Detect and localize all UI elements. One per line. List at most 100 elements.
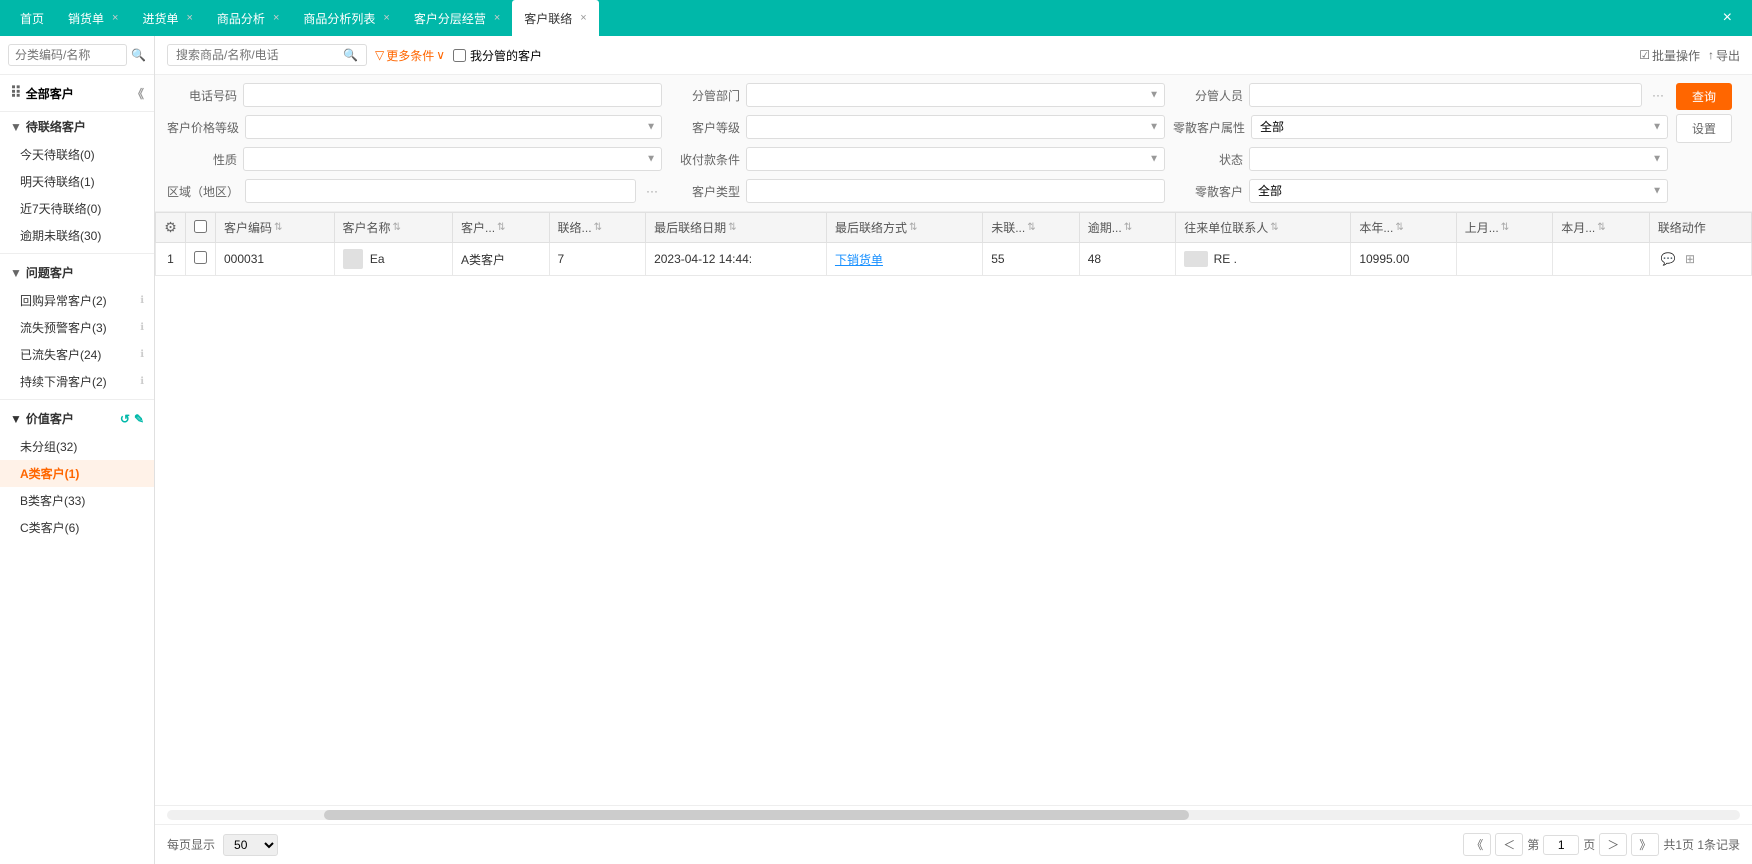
row-overdue: 48 bbox=[1079, 243, 1176, 276]
sidebar-item-declining[interactable]: 持续下滑客户(2) ℹ bbox=[0, 368, 154, 395]
filter-search-input[interactable] bbox=[176, 48, 339, 62]
region-dots-icon[interactable]: ··· bbox=[642, 184, 662, 198]
customer-grade-label: 客户等级 bbox=[670, 119, 740, 136]
code-sort-icon[interactable]: ⇅ bbox=[274, 222, 282, 233]
sidebar-item-7days[interactable]: 近7天待联络(0) bbox=[0, 195, 154, 222]
batch-icon: ☑ bbox=[1639, 48, 1650, 62]
info-icon-repurchase[interactable]: ℹ bbox=[140, 295, 144, 306]
th-customer-type-label: 客户... bbox=[461, 219, 495, 236]
sidebar-all-customers[interactable]: ⠿ 全部客户 《 bbox=[0, 75, 154, 112]
sidebar-item-repurchase[interactable]: 回购异常客户(2) ℹ bbox=[0, 287, 154, 314]
th-code-label: 客户编码 bbox=[224, 219, 272, 236]
filter-search-icon[interactable]: 🔍 bbox=[343, 48, 358, 62]
th-last-contact-date-label: 最后联络日期 bbox=[654, 219, 726, 236]
this-year-sort-icon[interactable]: ⇅ bbox=[1395, 222, 1403, 233]
sidebar-section-problem[interactable]: ▼ 问题客户 bbox=[0, 258, 154, 287]
batch-op-btn[interactable]: ☑ 批量操作 bbox=[1639, 47, 1700, 64]
my-customers-checkbox[interactable] bbox=[453, 49, 466, 62]
last-month-sort-icon[interactable]: ⇅ bbox=[1501, 222, 1509, 233]
this-month-sort-icon[interactable]: ⇅ bbox=[1597, 222, 1605, 233]
filter-bar: 🔍 ▽ 更多条件 ∨ 我分管的客户 ☑ 批量操作 ↑ 导出 bbox=[155, 36, 1752, 75]
value-arrow-icon: ▼ bbox=[10, 412, 22, 426]
last-contact-way-link[interactable]: 下销货单 bbox=[835, 253, 883, 267]
info-icon-churn-warning[interactable]: ℹ bbox=[140, 322, 144, 333]
settings-button[interactable]: 设置 bbox=[1676, 114, 1732, 143]
chat-icon[interactable]: 💬 bbox=[1661, 252, 1676, 266]
sidebar-search-icon[interactable]: 🔍 bbox=[131, 48, 146, 62]
nav-purchase-close[interactable]: × bbox=[186, 12, 192, 24]
status-select[interactable] bbox=[1249, 147, 1668, 171]
nav-customer-tier-close[interactable]: × bbox=[494, 12, 500, 24]
sidebar-item-churn-warning[interactable]: 流失预警客户(3) ℹ bbox=[0, 314, 154, 341]
sidebar-item-today[interactable]: 今天待联络(0) bbox=[0, 141, 154, 168]
per-page-select[interactable]: 50 10 20 100 bbox=[223, 834, 278, 856]
th-contacts-label: 往来单位联系人 bbox=[1184, 219, 1268, 236]
sidebar-search-input[interactable] bbox=[8, 44, 127, 66]
customer-type-input[interactable] bbox=[746, 179, 1165, 203]
customer-type-sort-icon[interactable]: ⇅ bbox=[497, 222, 505, 233]
nav-customer-contact-close[interactable]: × bbox=[580, 12, 586, 24]
th-name-label: 客户名称 bbox=[343, 219, 391, 236]
my-customers-filter: 我分管的客户 bbox=[453, 47, 542, 64]
scrollbar-thumb[interactable] bbox=[324, 810, 1189, 820]
value-refresh-icon[interactable]: ↺ bbox=[120, 412, 130, 426]
nav-customer-tier[interactable]: 客户分层经营 × bbox=[402, 0, 512, 36]
last-date-sort-icon[interactable]: ⇅ bbox=[728, 222, 736, 233]
nav-product-analysis-close[interactable]: × bbox=[273, 12, 279, 24]
sidebar-item-tomorrow[interactable]: 明天待联络(1) bbox=[0, 168, 154, 195]
nav-sales[interactable]: 销货单 × bbox=[56, 0, 130, 36]
retail-customer-select[interactable]: 全部 bbox=[1249, 179, 1668, 203]
filter-department: 分管部门 ▼ bbox=[670, 83, 1165, 107]
department-select[interactable] bbox=[746, 83, 1165, 107]
first-page-btn[interactable]: 《 bbox=[1463, 833, 1491, 856]
qr-icon[interactable]: ⊞ bbox=[1685, 252, 1695, 266]
phone-input[interactable] bbox=[243, 83, 662, 107]
manager-dots-icon[interactable]: ··· bbox=[1648, 88, 1668, 102]
info-icon-churned[interactable]: ℹ bbox=[140, 349, 144, 360]
nav-sales-close[interactable]: × bbox=[112, 12, 118, 24]
sidebar-item-churned[interactable]: 已流失客户(24) ℹ bbox=[0, 341, 154, 368]
sidebar-item-a-class[interactable]: A类客户(1) bbox=[0, 460, 154, 487]
contact-count-sort-icon[interactable]: ⇅ bbox=[594, 222, 602, 233]
filter-nature: 性质 ▼ bbox=[167, 147, 662, 171]
prev-page-btn[interactable]: ＜ bbox=[1495, 833, 1523, 856]
export-btn[interactable]: ↑ 导出 bbox=[1708, 47, 1740, 64]
page-number-input[interactable] bbox=[1543, 835, 1579, 855]
query-button[interactable]: 查询 bbox=[1676, 83, 1732, 110]
region-input[interactable] bbox=[245, 179, 636, 203]
nav-home[interactable]: 首页 bbox=[8, 0, 56, 36]
nav-product-analysis[interactable]: 商品分析 × bbox=[205, 0, 291, 36]
filter-more-btn[interactable]: ▽ 更多条件 ∨ bbox=[375, 47, 445, 64]
nature-select[interactable] bbox=[243, 147, 662, 171]
sidebar-item-b-class[interactable]: B类客户(33) bbox=[0, 487, 154, 514]
row-checkbox[interactable] bbox=[194, 251, 207, 264]
filter-customer-type: 客户类型 bbox=[670, 179, 1165, 203]
contacts-sort-icon[interactable]: ⇅ bbox=[1270, 222, 1278, 233]
uncontacted-sort-icon[interactable]: ⇅ bbox=[1027, 222, 1035, 233]
price-grade-select[interactable] bbox=[245, 115, 662, 139]
last-page-btn[interactable]: 》 bbox=[1631, 833, 1659, 856]
select-all-checkbox[interactable] bbox=[194, 220, 207, 233]
sidebar-section-pending[interactable]: ▼ 待联络客户 bbox=[0, 112, 154, 141]
nav-product-list-close[interactable]: × bbox=[383, 12, 389, 24]
next-page-btn[interactable]: ＞ bbox=[1599, 833, 1627, 856]
info-icon-declining[interactable]: ℹ bbox=[140, 376, 144, 387]
sidebar-item-ungrouped[interactable]: 未分组(32) bbox=[0, 433, 154, 460]
gear-icon[interactable]: ⚙ bbox=[164, 219, 177, 235]
name-sort-icon[interactable]: ⇅ bbox=[393, 222, 401, 233]
last-way-sort-icon[interactable]: ⇅ bbox=[909, 222, 917, 233]
sidebar-collapse-icon[interactable]: 《 bbox=[132, 85, 144, 102]
sidebar-item-c-class[interactable]: C类客户(6) bbox=[0, 514, 154, 541]
retail-attr-select[interactable]: 全部 bbox=[1251, 115, 1668, 139]
nav-customer-contact[interactable]: 客户联络 × bbox=[512, 0, 598, 36]
overdue-sort-icon[interactable]: ⇅ bbox=[1124, 222, 1132, 233]
customer-grade-select[interactable] bbox=[746, 115, 1165, 139]
nav-product-list[interactable]: 商品分析列表 × bbox=[291, 0, 401, 36]
manager-input[interactable] bbox=[1249, 83, 1642, 107]
value-edit-icon[interactable]: ✎ bbox=[134, 412, 144, 426]
sidebar-item-overdue[interactable]: 逾期未联络(30) bbox=[0, 222, 154, 249]
row-last-month bbox=[1456, 243, 1553, 276]
nav-close-all[interactable]: × bbox=[1711, 9, 1744, 27]
payment-select[interactable] bbox=[746, 147, 1165, 171]
nav-purchase[interactable]: 进货单 × bbox=[130, 0, 204, 36]
